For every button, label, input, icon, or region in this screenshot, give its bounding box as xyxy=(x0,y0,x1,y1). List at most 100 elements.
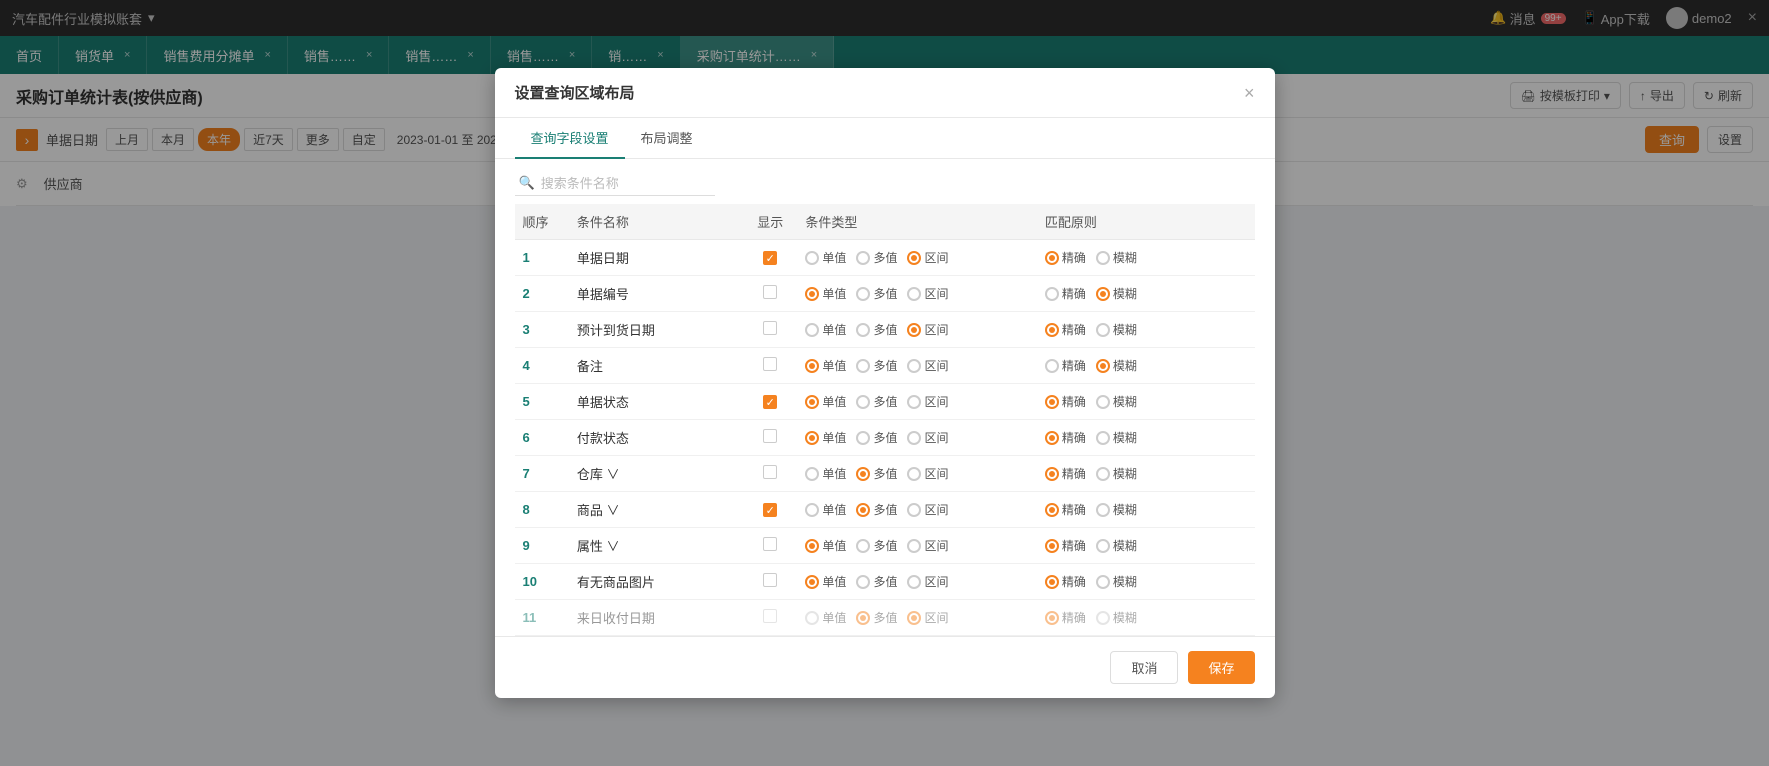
row-display-check[interactable] xyxy=(743,312,797,348)
radio-exact-6[interactable]: 精确 xyxy=(1045,465,1086,482)
row-display-check[interactable] xyxy=(743,420,797,456)
row-type: 单值多值区间 xyxy=(797,456,1036,492)
radio-exact-1[interactable]: 精确 xyxy=(1045,285,1086,302)
radio-range-5[interactable]: 区间 xyxy=(907,429,948,446)
radio-fuzzy-3[interactable]: 模糊 xyxy=(1096,357,1137,374)
radio-range-8[interactable]: 区间 xyxy=(907,537,948,554)
cancel-btn[interactable]: 取消 xyxy=(1110,651,1178,684)
radio-single-5[interactable]: 单值 xyxy=(805,429,846,446)
radio-label-exact: 精确 xyxy=(1062,393,1086,410)
row-display-check[interactable] xyxy=(743,492,797,528)
radio-fuzzy-4[interactable]: 模糊 xyxy=(1096,393,1137,410)
radio-single-10[interactable]: 单值 xyxy=(805,609,846,626)
search-input[interactable] xyxy=(541,176,701,191)
tab-layout-adjust[interactable]: 布局调整 xyxy=(625,118,709,159)
table-row: 8商品 ∨单值多值区间精确模糊 xyxy=(515,492,1255,528)
radio-single-6[interactable]: 单值 xyxy=(805,465,846,482)
radio-multi-4[interactable]: 多值 xyxy=(856,393,897,410)
radio-range-6[interactable]: 区间 xyxy=(907,465,948,482)
checkbox[interactable] xyxy=(763,395,777,409)
radio-multi-8[interactable]: 多值 xyxy=(856,537,897,554)
radio-fuzzy-1[interactable]: 模糊 xyxy=(1096,285,1137,302)
row-display-check[interactable] xyxy=(743,348,797,384)
radio-multi-5[interactable]: 多值 xyxy=(856,429,897,446)
row-display-check[interactable] xyxy=(743,600,797,636)
radio-exact-8[interactable]: 精确 xyxy=(1045,537,1086,554)
radio-single-4[interactable]: 单值 xyxy=(805,393,846,410)
radio-multi-2[interactable]: 多值 xyxy=(856,321,897,338)
type-radio-group: 单值多值区间 xyxy=(805,321,1028,338)
radio-range-7[interactable]: 区间 xyxy=(907,501,948,518)
radio-fuzzy-9[interactable]: 模糊 xyxy=(1096,573,1137,590)
radio-single-2[interactable]: 单值 xyxy=(805,321,846,338)
row-display-check[interactable] xyxy=(743,276,797,312)
row-display-check[interactable] xyxy=(743,240,797,276)
radio-multi-7[interactable]: 多值 xyxy=(856,501,897,518)
radio-label-fuzzy: 模糊 xyxy=(1113,465,1137,482)
radio-fuzzy-2[interactable]: 模糊 xyxy=(1096,321,1137,338)
radio-fuzzy-6[interactable]: 模糊 xyxy=(1096,465,1137,482)
radio-exact-2[interactable]: 精确 xyxy=(1045,321,1086,338)
radio-circle-fuzzy xyxy=(1096,395,1110,409)
radio-label-fuzzy: 模糊 xyxy=(1113,537,1137,554)
checkbox[interactable] xyxy=(763,537,777,551)
radio-range-1[interactable]: 区间 xyxy=(907,285,948,302)
radio-range-4[interactable]: 区间 xyxy=(907,393,948,410)
checkbox[interactable] xyxy=(763,573,777,587)
radio-exact-4[interactable]: 精确 xyxy=(1045,393,1086,410)
radio-exact-10[interactable]: 精确 xyxy=(1045,609,1086,626)
seq-number: 7 xyxy=(523,466,530,481)
checkbox[interactable] xyxy=(763,321,777,335)
radio-multi-6[interactable]: 多值 xyxy=(856,465,897,482)
radio-range-0[interactable]: 区间 xyxy=(907,249,948,266)
tab-query-fields[interactable]: 查询字段设置 xyxy=(515,118,625,159)
radio-label-exact: 精确 xyxy=(1062,609,1086,626)
radio-fuzzy-7[interactable]: 模糊 xyxy=(1096,501,1137,518)
radio-range-3[interactable]: 区间 xyxy=(907,357,948,374)
row-display-check[interactable] xyxy=(743,564,797,600)
checkbox[interactable] xyxy=(763,357,777,371)
radio-multi-0[interactable]: 多值 xyxy=(856,249,897,266)
radio-fuzzy-0[interactable]: 模糊 xyxy=(1096,249,1137,266)
radio-fuzzy-5[interactable]: 模糊 xyxy=(1096,429,1137,446)
radio-fuzzy-10[interactable]: 模糊 xyxy=(1096,609,1137,626)
modal-title: 设置查询区域布局 xyxy=(515,82,635,103)
radio-range-10[interactable]: 区间 xyxy=(907,609,948,626)
radio-circle-multi xyxy=(856,503,870,517)
radio-multi-10[interactable]: 多值 xyxy=(856,609,897,626)
radio-circle-multi xyxy=(856,467,870,481)
radio-single-9[interactable]: 单值 xyxy=(805,573,846,590)
checkbox[interactable] xyxy=(763,465,777,479)
radio-exact-0[interactable]: 精确 xyxy=(1045,249,1086,266)
radio-single-1[interactable]: 单值 xyxy=(805,285,846,302)
radio-single-3[interactable]: 单值 xyxy=(805,357,846,374)
checkbox[interactable] xyxy=(763,285,777,299)
radio-single-7[interactable]: 单值 xyxy=(805,501,846,518)
checkbox[interactable] xyxy=(763,429,777,443)
modal-close-btn[interactable]: × xyxy=(1244,84,1255,102)
radio-exact-7[interactable]: 精确 xyxy=(1045,501,1086,518)
radio-exact-9[interactable]: 精确 xyxy=(1045,573,1086,590)
radio-range-9[interactable]: 区间 xyxy=(907,573,948,590)
checkbox[interactable] xyxy=(763,503,777,517)
checkbox[interactable] xyxy=(763,609,777,623)
radio-exact-3[interactable]: 精确 xyxy=(1045,357,1086,374)
radio-multi-1[interactable]: 多值 xyxy=(856,285,897,302)
save-btn[interactable]: 保存 xyxy=(1188,651,1254,684)
row-display-check[interactable] xyxy=(743,456,797,492)
checkbox[interactable] xyxy=(763,251,777,265)
row-seq: 11 xyxy=(515,600,569,636)
row-display-check[interactable] xyxy=(743,528,797,564)
radio-circle-fuzzy xyxy=(1096,359,1110,373)
radio-range-2[interactable]: 区间 xyxy=(907,321,948,338)
radio-single-0[interactable]: 单值 xyxy=(805,249,846,266)
radio-multi-9[interactable]: 多值 xyxy=(856,573,897,590)
radio-circle-multi xyxy=(856,431,870,445)
radio-label-fuzzy: 模糊 xyxy=(1113,573,1137,590)
radio-single-8[interactable]: 单值 xyxy=(805,537,846,554)
radio-fuzzy-8[interactable]: 模糊 xyxy=(1096,537,1137,554)
radio-circle-range xyxy=(907,287,921,301)
radio-multi-3[interactable]: 多值 xyxy=(856,357,897,374)
row-display-check[interactable] xyxy=(743,384,797,420)
radio-exact-5[interactable]: 精确 xyxy=(1045,429,1086,446)
